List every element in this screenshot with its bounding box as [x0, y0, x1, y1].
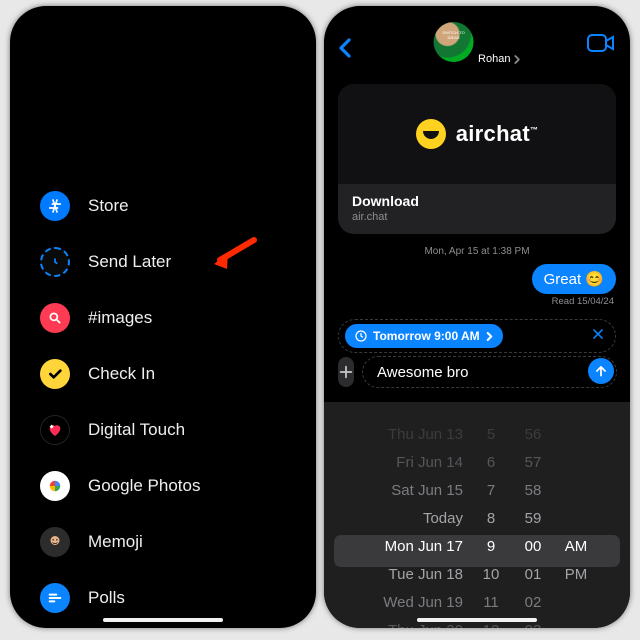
avatar-text: SWITCH TO IDEAS [439, 30, 469, 40]
message-input[interactable] [362, 356, 617, 388]
checkmark-icon [40, 359, 70, 389]
polls-icon [40, 583, 70, 613]
conversation-header: SWITCH TO IDEAS Rohan [324, 20, 630, 82]
close-icon [591, 327, 605, 341]
schedule-pill-label: Tomorrow 9:00 AM [373, 329, 480, 343]
read-receipt: Read 15/04/24 [552, 296, 614, 307]
plus-icon [338, 364, 354, 380]
search-icon [40, 303, 70, 333]
menu-item-google-photos[interactable]: Google Photos [40, 471, 200, 501]
schedule-cancel-button[interactable] [587, 327, 609, 346]
compose-bar [338, 356, 616, 388]
menu-label: Send Later [88, 252, 171, 272]
message-outgoing[interactable]: Great 😊 [532, 264, 616, 294]
menu-item-store[interactable]: Store [40, 191, 200, 221]
menu-label: Digital Touch [88, 420, 185, 440]
phone-left: Store Send Later #images Check In [10, 6, 316, 628]
avatar [434, 22, 474, 62]
contact-button[interactable]: SWITCH TO IDEAS Rohan [434, 22, 521, 67]
schedule-pill[interactable]: Tomorrow 9:00 AM [345, 324, 503, 348]
airchat-logo-icon [416, 119, 446, 149]
menu-item-images[interactable]: #images [40, 303, 200, 333]
chevron-right-icon [513, 55, 520, 64]
menu-label: Memoji [88, 532, 143, 552]
plus-menu: Store Send Later #images Check In [40, 191, 200, 613]
link-preview-title: Download [352, 193, 602, 209]
contact-name: Rohan [478, 53, 510, 65]
plus-button[interactable] [338, 357, 354, 387]
schedule-banner: Tomorrow 9:00 AM [338, 319, 616, 353]
datetime-picker[interactable]: Thu Jun 13556 Fri Jun 14657 Sat Jun 1575… [324, 402, 630, 628]
menu-item-check-in[interactable]: Check In [40, 359, 200, 389]
menu-label: Check In [88, 364, 155, 384]
annotation-arrow-icon [210, 236, 258, 277]
heart-icon [40, 415, 70, 445]
phone-right: SWITCH TO IDEAS Rohan airchat™ Download … [324, 6, 630, 628]
link-preview-card[interactable]: airchat™ Download air.chat [338, 84, 616, 234]
clock-icon [355, 330, 367, 342]
menu-label: #images [88, 308, 152, 328]
menu-item-digital-touch[interactable]: Digital Touch [40, 415, 200, 445]
menu-item-memoji[interactable]: Memoji [40, 527, 200, 557]
send-button[interactable] [588, 358, 614, 384]
clock-dashed-icon [40, 247, 70, 277]
chevron-right-icon [486, 332, 493, 341]
google-photos-icon [40, 471, 70, 501]
home-indicator [103, 618, 223, 622]
arrow-up-icon [594, 364, 608, 378]
app-store-icon [40, 191, 70, 221]
back-button[interactable] [336, 36, 354, 65]
video-call-button[interactable] [586, 32, 616, 59]
timestamp: Mon, Apr 15 at 1:38 PM [324, 246, 630, 257]
menu-label: Google Photos [88, 476, 200, 496]
picker-selected-row[interactable]: Mon Jun 17900AM [324, 532, 630, 560]
menu-item-polls[interactable]: Polls [40, 583, 200, 613]
menu-item-send-later[interactable]: Send Later [40, 247, 200, 277]
link-preview-hero: airchat™ [338, 84, 616, 184]
menu-label: Polls [88, 588, 125, 608]
memoji-icon [40, 527, 70, 557]
brand-name: airchat™ [456, 121, 539, 147]
menu-label: Store [88, 196, 129, 216]
link-preview-subtitle: air.chat [352, 211, 602, 223]
